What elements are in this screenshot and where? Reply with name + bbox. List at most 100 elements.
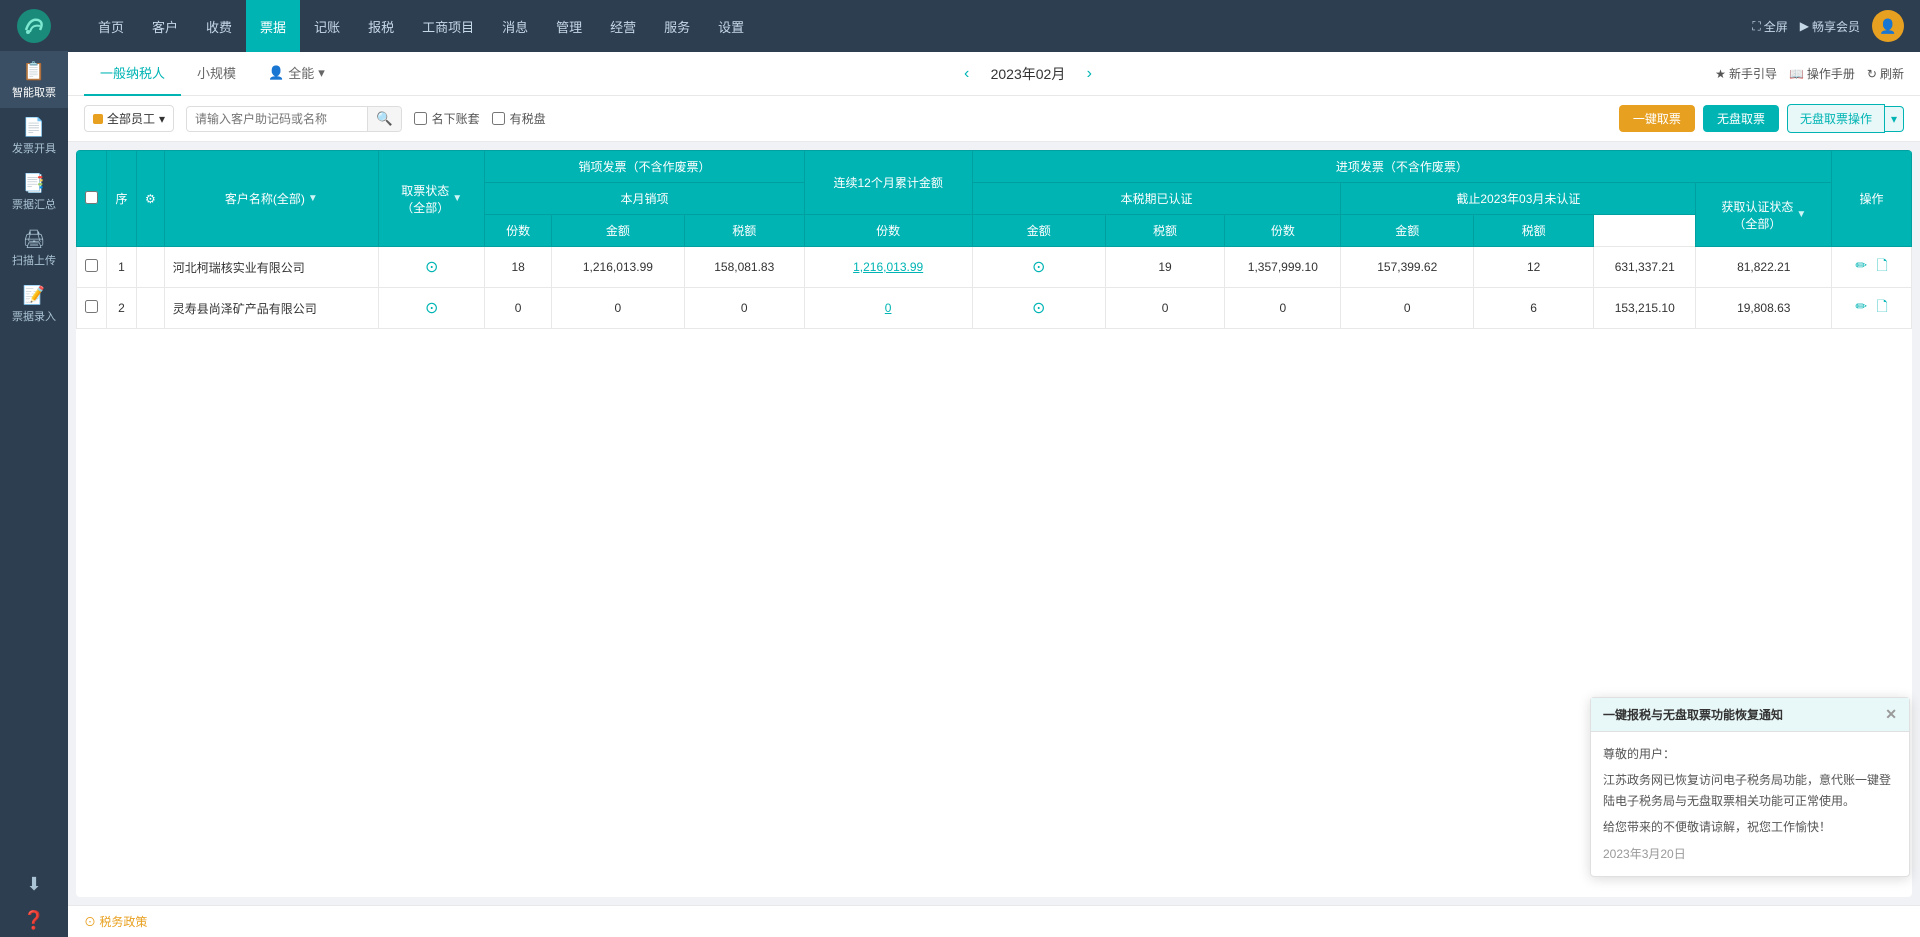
subtab-all[interactable]: 👤 全能 ▾ xyxy=(252,52,341,96)
sidebar-item-invoice-summary-label: 票据汇总 xyxy=(12,196,56,212)
subtab-small[interactable]: 小规模 xyxy=(181,52,252,96)
sidebar-item-invoice-open-label: 发票开具 xyxy=(12,140,56,156)
subscribed-checkbox[interactable] xyxy=(414,112,427,125)
th-uncertified: 截止2023年03月未认证 xyxy=(1341,183,1696,215)
row-num: 1 xyxy=(107,247,137,288)
nav-management[interactable]: 管理 xyxy=(542,0,596,52)
nav-business[interactable]: 工商项目 xyxy=(408,0,488,52)
fetch-status-filter-icon[interactable]: ▼ xyxy=(452,193,462,204)
nav-home[interactable]: 首页 xyxy=(84,0,138,52)
nav-tax[interactable]: 报税 xyxy=(354,0,408,52)
no-disk-fetch-button[interactable]: 无盘取票 xyxy=(1703,105,1779,132)
row-checkbox[interactable] xyxy=(85,259,98,272)
nav-collection[interactable]: 收费 xyxy=(192,0,246,52)
row-edit-icon[interactable]: ✏ xyxy=(1855,298,1867,314)
employee-chevron: ▾ xyxy=(159,112,165,126)
nav-service[interactable]: 服务 xyxy=(650,0,704,52)
nav-settings[interactable]: 设置 xyxy=(704,0,758,52)
sidebar-item-invoice-entry[interactable]: 📝 票据录入 xyxy=(0,276,68,332)
row-uncert-amount: 631,337.21 xyxy=(1593,247,1696,288)
sidebar-item-invoice-open[interactable]: 📄 发票开具 xyxy=(0,108,68,164)
subscribed-label: 名下账套 xyxy=(432,110,480,127)
row-settings xyxy=(137,247,165,288)
subtab-general[interactable]: 一般纳税人 xyxy=(84,52,181,96)
row-tax1: 0 xyxy=(684,288,804,329)
manual-button[interactable]: 📖 操作手册 xyxy=(1789,65,1855,82)
new-guide-icon: ★ xyxy=(1715,67,1726,81)
invoice-summary-icon: 📑 xyxy=(23,174,45,192)
filterbar-right: 一键取票 无盘取票 无盘取票操作 ▾ xyxy=(1619,104,1904,133)
sidebar-item-help[interactable]: ❓ xyxy=(0,901,68,937)
row-checkbox[interactable] xyxy=(85,300,98,313)
row-edit-icon[interactable]: ✏ xyxy=(1855,257,1867,273)
row-view-icon[interactable]: 🗋 xyxy=(1876,298,1887,314)
taxable-checkbox[interactable] xyxy=(492,112,505,125)
main-table: 序 ⚙ 客户名称(全部) ▼ xyxy=(76,150,1912,329)
one-key-fetch-button[interactable]: 一键取票 xyxy=(1619,105,1695,132)
th-fetch-status: 取票状态（全部） ▼ xyxy=(378,151,484,247)
sidebar-item-smart-fetch-label: 智能取票 xyxy=(12,84,56,100)
row-amount1: 0 xyxy=(551,288,684,329)
notification-title: 一键报税与无盘取票功能恢复通知 xyxy=(1603,706,1783,723)
cert-status-filter-icon[interactable]: ▼ xyxy=(1796,209,1806,220)
fetch-status-check-icon: ⊙ xyxy=(425,259,438,276)
member-button[interactable]: ▶ 畅享会员 xyxy=(1800,18,1860,35)
row-cumulative: 0 xyxy=(804,288,972,329)
no-disk-operations-arrow[interactable]: ▾ xyxy=(1885,106,1904,132)
nav-message[interactable]: 消息 xyxy=(488,0,542,52)
sidebar-item-scan-upload[interactable]: 🖨 扫描上传 xyxy=(0,220,68,276)
row-uncert-tax: 19,808.63 xyxy=(1696,288,1832,329)
th-purchase-invoices: 进项发票（不含作废票） xyxy=(972,151,1831,183)
new-guide-button[interactable]: ★ 新手引导 xyxy=(1715,65,1777,82)
row-cert-tax: 0 xyxy=(1341,288,1474,329)
th-checkbox xyxy=(77,151,107,247)
period-next-button[interactable]: › xyxy=(1077,62,1101,86)
th-tax3: 税额 xyxy=(1474,215,1594,247)
cert-status-check-icon: ⊙ xyxy=(1032,259,1045,276)
th-amount2: 金额 xyxy=(972,215,1105,247)
nav-client[interactable]: 客户 xyxy=(138,0,192,52)
th-settings[interactable]: ⚙ xyxy=(137,151,165,247)
no-disk-operations-split: 无盘取票操作 ▾ xyxy=(1787,104,1904,133)
sidebar-item-invoice-summary[interactable]: 📑 票据汇总 xyxy=(0,164,68,220)
notification-close-button[interactable]: ✕ xyxy=(1885,706,1897,723)
sidebar-item-smart-fetch[interactable]: 📋 智能取票 xyxy=(0,52,68,108)
invoice-entry-icon: 📝 xyxy=(23,286,45,304)
row-view-icon[interactable]: 🗋 xyxy=(1876,257,1887,273)
nav-invoice[interactable]: 票据 xyxy=(246,0,300,52)
user-avatar[interactable]: 👤 xyxy=(1872,10,1904,42)
no-disk-operations-main[interactable]: 无盘取票操作 xyxy=(1787,104,1885,133)
search-input[interactable] xyxy=(187,108,367,130)
notification-popup: 一键报税与无盘取票功能恢复通知 ✕ 尊敬的用户： 江苏政务网已恢复访问电子税务局… xyxy=(1590,697,1910,877)
bottom-tax-policy-bar[interactable]: ⊙ 税务政策 xyxy=(68,905,1920,937)
cumulative-link[interactable]: 1,216,013.99 xyxy=(853,260,923,274)
fullscreen-icon: ⛶ xyxy=(1752,19,1760,34)
notification-header: 一键报税与无盘取票功能恢复通知 ✕ xyxy=(1591,698,1909,732)
th-fetch-status-text: 取票状态（全部） xyxy=(401,182,449,216)
nav-operation[interactable]: 经营 xyxy=(596,0,650,52)
cumulative-link[interactable]: 0 xyxy=(885,301,892,315)
employee-selector[interactable]: 全部员工 ▾ xyxy=(84,105,174,132)
taxable-checkbox-label[interactable]: 有税盘 xyxy=(492,110,546,127)
period-navigator: ‹ 2023年02月 › xyxy=(955,62,1102,86)
sidebar-item-scan-upload-label: 扫描上传 xyxy=(12,252,56,268)
subscribed-checkbox-label[interactable]: 名下账套 xyxy=(414,110,480,127)
fetch-status-check-icon: ⊙ xyxy=(425,300,438,317)
period-nav-area: ‹ 2023年02月 › xyxy=(341,62,1715,86)
th-cert-status-text: 获取认证状态（全部） xyxy=(1721,198,1793,232)
client-filter-icon[interactable]: ▼ xyxy=(308,193,318,204)
search-button[interactable]: 🔍 xyxy=(367,107,401,131)
row-checkbox-cell xyxy=(77,247,107,288)
select-all-checkbox[interactable] xyxy=(85,191,98,204)
period-prev-button[interactable]: ‹ xyxy=(955,62,979,86)
row-cert-amount: 1,357,999.10 xyxy=(1225,247,1341,288)
refresh-button[interactable]: ↻ 刷新 xyxy=(1867,65,1904,82)
nav-bookkeeping[interactable]: 记账 xyxy=(300,0,354,52)
sidebar-item-download[interactable]: ⬇ xyxy=(0,865,68,901)
employee-label: 全部员工 xyxy=(107,110,155,127)
tax-policy-text: ⊙ 税务政策 xyxy=(84,913,147,930)
th-cert-status: 获取认证状态（全部） ▼ xyxy=(1696,183,1832,247)
th-cumulative: 连续12个月累计金额 xyxy=(804,151,972,215)
manual-icon: 📖 xyxy=(1789,67,1804,81)
fullscreen-button[interactable]: ⛶ 全屏 xyxy=(1752,18,1787,35)
